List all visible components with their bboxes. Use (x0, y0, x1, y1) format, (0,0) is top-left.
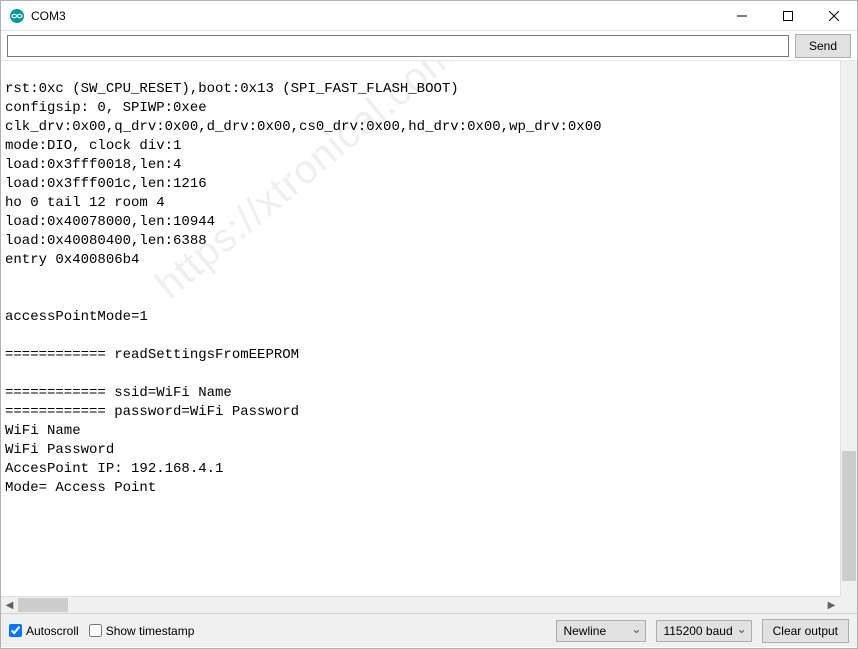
horizontal-scrollbar[interactable]: ◀ ▶ (1, 596, 840, 613)
line-ending-value: Newline (563, 624, 606, 638)
bottom-bar: Autoscroll Show timestamp Newline 115200… (1, 613, 857, 647)
window-title: COM3 (31, 9, 66, 23)
output-content: rst:0xc (SW_CPU_RESET),boot:0x13 (SPI_FA… (1, 61, 839, 498)
titlebar: COM3 (1, 1, 857, 31)
autoscroll-checkbox-wrap[interactable]: Autoscroll (9, 624, 79, 638)
baud-rate-select[interactable]: 115200 baud (656, 620, 751, 642)
close-button[interactable] (811, 1, 857, 31)
clear-output-button[interactable]: Clear output (762, 619, 849, 643)
horizontal-scrollbar-thumb[interactable] (18, 598, 68, 612)
window-controls (719, 1, 857, 31)
output-area: https://xtronical.com - 13:44 rst:0xc (S… (1, 61, 857, 613)
timestamp-checkbox[interactable] (89, 624, 102, 637)
close-icon (829, 11, 839, 21)
send-button[interactable]: Send (795, 34, 851, 58)
minimize-icon (737, 11, 747, 21)
autoscroll-label: Autoscroll (26, 624, 79, 638)
maximize-button[interactable] (765, 1, 811, 31)
timestamp-label: Show timestamp (106, 624, 195, 638)
vertical-scrollbar-thumb[interactable] (842, 451, 856, 581)
line-ending-select[interactable]: Newline (556, 620, 646, 642)
minimize-button[interactable] (719, 1, 765, 31)
scroll-right-arrow-icon[interactable]: ▶ (823, 597, 840, 614)
input-row: Send (1, 31, 857, 61)
scroll-left-arrow-icon[interactable]: ◀ (1, 597, 18, 614)
baud-rate-value: 115200 baud (663, 624, 732, 638)
autoscroll-checkbox[interactable] (9, 624, 22, 637)
horizontal-scrollbar-track[interactable] (18, 597, 823, 613)
arduino-icon (9, 8, 25, 24)
timestamp-checkbox-wrap[interactable]: Show timestamp (89, 624, 195, 638)
maximize-icon (783, 11, 793, 21)
serial-input[interactable] (7, 35, 789, 57)
vertical-scrollbar[interactable] (840, 61, 857, 596)
scroll-corner (840, 596, 857, 613)
